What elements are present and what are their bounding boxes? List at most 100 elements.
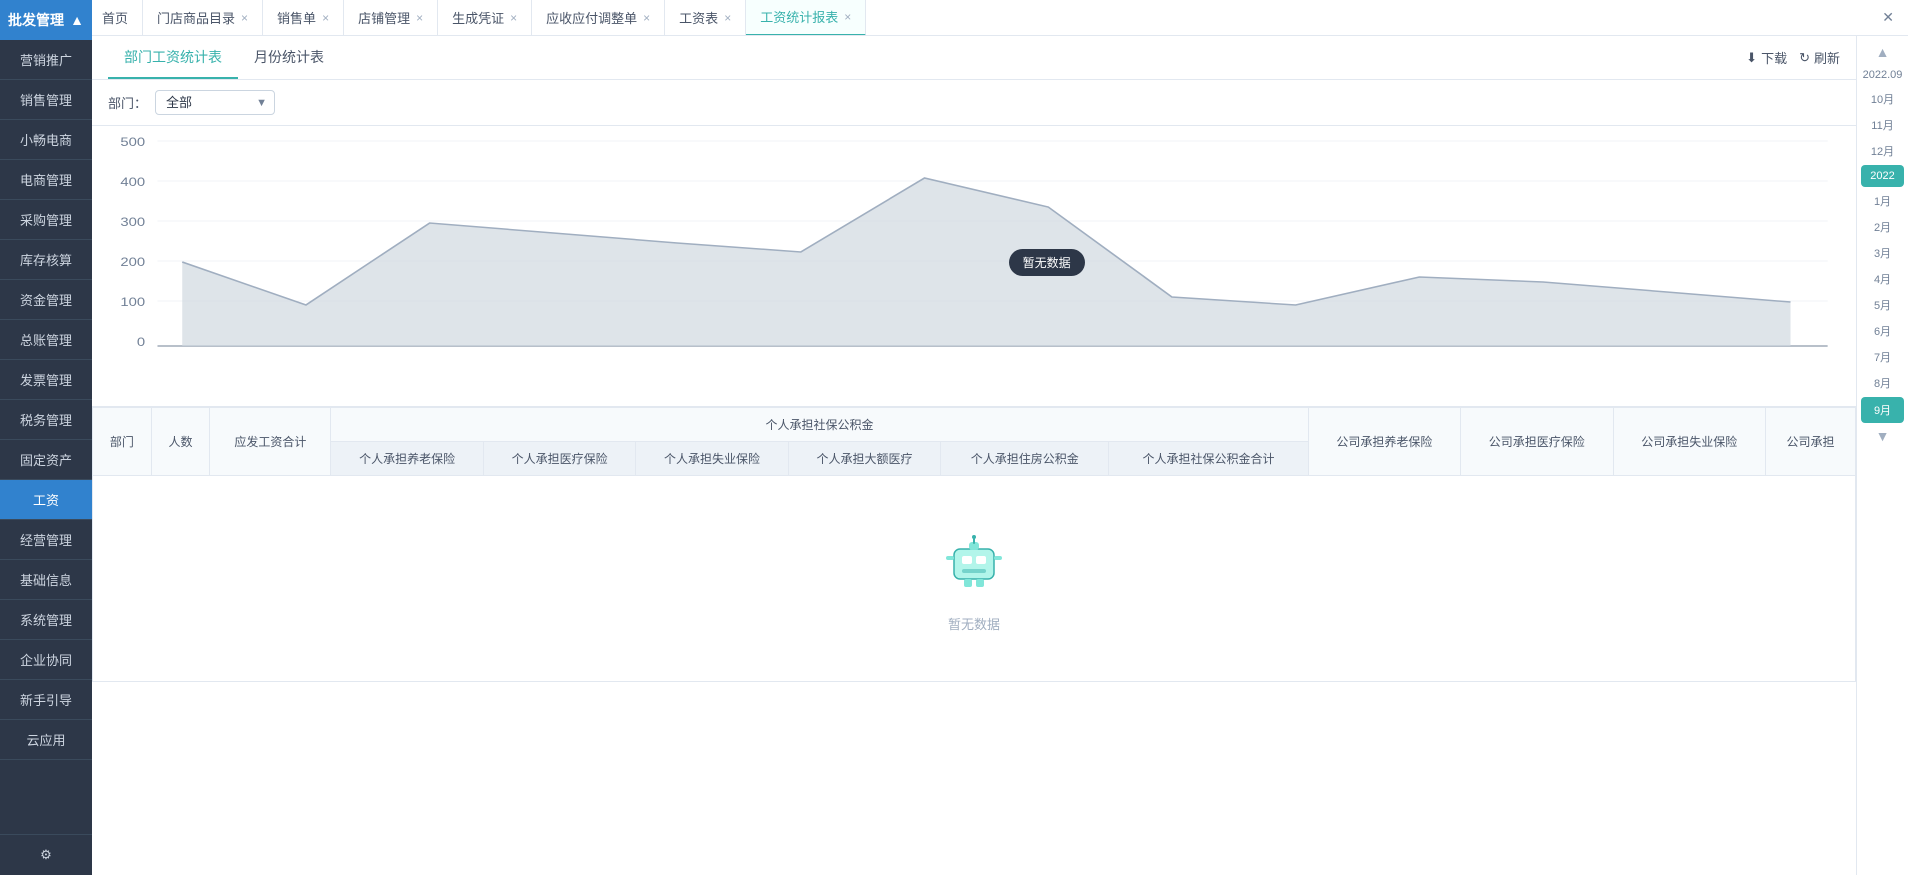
tab-gen-voucher[interactable]: 生成凭证 × [438,0,532,36]
tab-ar-ap[interactable]: 应收应付调整单 × [532,0,665,36]
filter-bar: 部门： 全部 ▼ [92,80,1856,126]
col-personal-total: 个人承担社保公积金合计 [1109,442,1308,476]
tab-close-sales-order[interactable]: × [322,11,329,25]
timeline-1[interactable]: 1月 [1857,188,1908,214]
col-company-unemploy: 公司承担失业保险 [1613,408,1765,476]
col-personal-old-age: 个人承担养老保险 [331,442,483,476]
sidebar-item-xsyd[interactable]: 新手引导 [0,680,92,720]
content-area: 部门工资统计表 月份统计表 ⬇ 下载 ↻ 刷新 [92,36,1908,875]
tab-bar-end: ✕ [1876,7,1908,28]
svg-text:500: 500 [120,136,145,149]
sidebar-item-yxtt[interactable]: 营销推广 [0,40,92,80]
table-area[interactable]: 部门 人数 应发工资合计 个人承担社保公积金 公司承担养老保险 公司承担医疗保险… [92,406,1856,875]
sidebar-item-zzgl[interactable]: 总账管理 [0,320,92,360]
dept-select-wrapper: 全部 ▼ [155,90,275,115]
timeline-3[interactable]: 3月 [1857,240,1908,266]
download-icon: ⬇ [1746,50,1757,66]
tab-close-payroll[interactable]: × [724,11,731,25]
sidebar-item-xsgl[interactable]: 销售管理 [0,80,92,120]
tab-close-ar-ap[interactable]: × [643,11,650,25]
col-personal-housing: 个人承担住房公积金 [941,442,1109,476]
tab-payroll[interactable]: 工资表 × [665,0,746,36]
tab-close-gen-voucher[interactable]: × [510,11,517,25]
sidebar-item-cggl[interactable]: 采购管理 [0,200,92,240]
timeline-up-nav[interactable]: ▲ [1872,40,1894,64]
col-personal-major-medical: 个人承担大额医疗 [788,442,940,476]
empty-state: 暂无数据 [103,484,1845,673]
tab-store-mgmt[interactable]: 店铺管理 × [344,0,438,36]
main-content: 首页 门店商品目录 × 销售单 × 店铺管理 × 生成凭证 × 应收应付调整单 … [92,0,1908,875]
timeline-12[interactable]: 12月 [1857,138,1908,164]
timeline-2022-09-label[interactable]: 2022.09 [1857,64,1908,86]
timeline-9-active[interactable]: 9月 [1861,397,1904,423]
sidebar-item-qytx[interactable]: 企业协同 [0,640,92,680]
tab-close-store-mgmt[interactable]: × [416,11,423,25]
chart-area: 500 400 300 200 100 0 [92,126,1856,406]
svg-text:0: 0 [137,335,145,348]
timeline-10[interactable]: 10月 [1857,86,1908,112]
timeline-4[interactable]: 4月 [1857,266,1908,292]
tab-sales-order[interactable]: 销售单 × [263,0,344,36]
sidebar-toggle-icon: ▲ [70,12,84,28]
empty-icon [934,524,1014,604]
tab-monthly-stats[interactable]: 月份统计表 [238,37,340,79]
chart-container: 500 400 300 200 100 0 [108,136,1840,406]
sidebar-item-jygl[interactable]: 经营管理 [0,520,92,560]
sidebar: 批发管理 ▲ 营销推广 销售管理 小畅电商 电商管理 采购管理 库存核算 资金管… [0,0,92,875]
sidebar-item-swgl[interactable]: 税务管理 [0,400,92,440]
sidebar-item-xcdz[interactable]: 小畅电商 [0,120,92,160]
dept-select[interactable]: 全部 [155,90,275,115]
sidebar-item-xtgl[interactable]: 系统管理 [0,600,92,640]
tab-bar: 首页 门店商品目录 × 销售单 × 店铺管理 × 生成凭证 × 应收应付调整单 … [92,0,1908,36]
refresh-icon: ↻ [1799,50,1810,66]
data-table: 部门 人数 应发工资合计 个人承担社保公积金 公司承担养老保险 公司承担医疗保险… [92,407,1856,682]
sub-tab-bar: 部门工资统计表 月份统计表 ⬇ 下载 ↻ 刷新 [92,36,1856,80]
sidebar-settings[interactable]: ⚙ [0,834,92,875]
timeline-8[interactable]: 8月 [1857,370,1908,396]
timeline-11[interactable]: 11月 [1857,112,1908,138]
tab-dept-payroll[interactable]: 部门工资统计表 [108,37,238,79]
sidebar-item-kches[interactable]: 库存核算 [0,240,92,280]
refresh-button[interactable]: ↻ 刷新 [1799,48,1840,67]
timeline-7[interactable]: 7月 [1857,344,1908,370]
chart-tooltip: 暂无数据 [1009,249,1085,276]
sub-tabs: 部门工资统计表 月份统计表 [108,37,340,79]
dept-filter-label: 部门： [108,93,147,112]
close-all-button[interactable]: ✕ [1876,7,1900,28]
col-personal-unemploy: 个人承担失业保险 [636,442,788,476]
sidebar-header[interactable]: 批发管理 ▲ [0,0,92,40]
col-personal-medical: 个人承担医疗保险 [483,442,635,476]
col-company-other: 公司承担 [1765,408,1855,476]
area-chart: 500 400 300 200 100 0 [108,136,1840,376]
col-count: 人数 [151,408,210,476]
sidebar-item-yyy[interactable]: 云应用 [0,720,92,760]
svg-text:200: 200 [120,255,145,268]
empty-text: 暂无数据 [948,614,1000,633]
timeline-down-nav[interactable]: ▼ [1872,424,1894,448]
sidebar-item-gdzcgl[interactable]: 固定资产 [0,440,92,480]
sidebar-item-jcxx[interactable]: 基础信息 [0,560,92,600]
col-group-personal: 个人承担社保公积金 [331,408,1308,442]
tab-close-payroll-report[interactable]: × [844,10,851,24]
tab-home[interactable]: 首页 [92,0,143,36]
timeline-2[interactable]: 2月 [1857,214,1908,240]
tab-close-store-catalog[interactable]: × [241,11,248,25]
page-body: 部门工资统计表 月份统计表 ⬇ 下载 ↻ 刷新 [92,36,1856,875]
sidebar-item-fpgl[interactable]: 发票管理 [0,360,92,400]
svg-text:300: 300 [120,215,145,228]
download-button[interactable]: ⬇ 下载 [1746,48,1787,67]
sidebar-item-gz[interactable]: 工资 [0,480,92,520]
col-company-medical: 公司承担医疗保险 [1461,408,1613,476]
sub-tab-actions: ⬇ 下载 ↻ 刷新 [1746,48,1840,67]
tab-store-catalog[interactable]: 门店商品目录 × [143,0,263,36]
sidebar-item-zjgl[interactable]: 资金管理 [0,280,92,320]
timeline-5[interactable]: 5月 [1857,292,1908,318]
sidebar-title: 批发管理 [8,10,64,30]
col-total-wage: 应发工资合计 [210,408,331,476]
timeline-6[interactable]: 6月 [1857,318,1908,344]
timeline-panel: ▲ 2022.09 10月 11月 12月 2022 1月 2月 [1856,36,1908,875]
col-dept: 部门 [93,408,152,476]
sidebar-item-dsgl[interactable]: 电商管理 [0,160,92,200]
timeline-year-2022[interactable]: 2022 [1861,165,1904,187]
tab-payroll-report[interactable]: 工资统计报表 × [746,0,866,36]
